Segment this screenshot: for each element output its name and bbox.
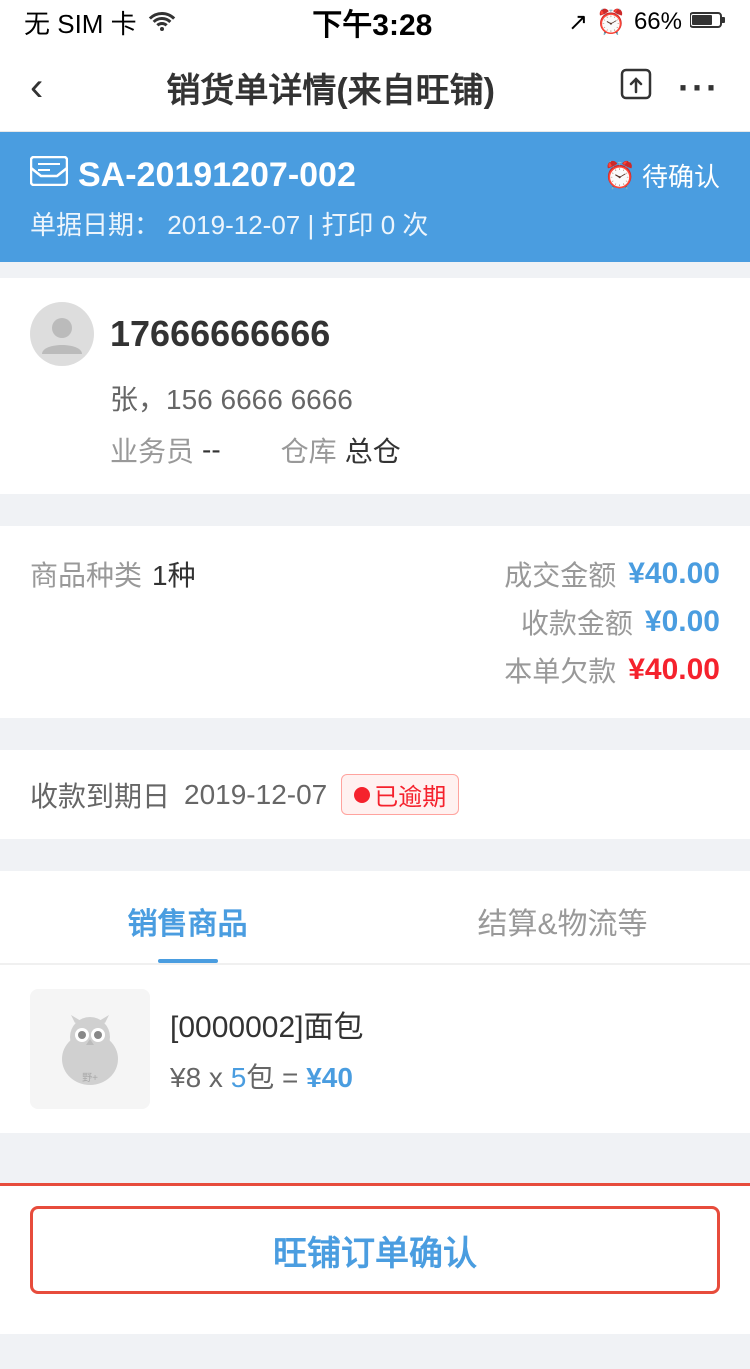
page-title: 销货单详情(来自旺铺) xyxy=(166,63,495,112)
owed-label: 本单欠款 xyxy=(504,650,616,690)
svg-text:野+: 野+ xyxy=(82,1072,98,1084)
quantity: 5 xyxy=(231,1062,247,1093)
print-count: 0 xyxy=(381,210,395,240)
amount-label: 成交金额 xyxy=(504,554,616,594)
nav-right: ··· xyxy=(618,66,720,109)
clock-icon: ⏰ xyxy=(604,160,636,191)
warehouse-value: 总仓 xyxy=(345,430,401,470)
navigation-icon: ↗ xyxy=(568,8,588,37)
product-info: [0000002]面包 ¥8 x 5包 = ¥40 xyxy=(170,1002,720,1096)
product-thumbnail: 野+ xyxy=(30,989,150,1109)
overdue-badge: 已逾期 xyxy=(341,774,459,815)
received-label: 收款金额 xyxy=(521,602,633,642)
status-text: 待确认 xyxy=(642,157,720,194)
sales-label: 业务员 xyxy=(110,430,194,470)
due-date-section: 收款到期日 2019-12-07 已逾期 xyxy=(0,750,750,839)
status-left: 无 SIM 卡 xyxy=(24,4,177,41)
product-item: 野+ [0000002]面包 ¥8 x 5包 = ¥40 xyxy=(0,965,750,1133)
product-code-name: [0000002]面包 xyxy=(170,1011,363,1044)
avatar xyxy=(30,302,94,366)
order-id: SA-20191207-002 xyxy=(30,156,356,195)
status-bar: 无 SIM 卡 下午3:28 ↗ ⏰ 66% xyxy=(0,0,750,44)
order-number: SA-20191207-002 xyxy=(78,156,356,195)
unit-label: 包 = xyxy=(246,1062,306,1093)
overdue-text: 已逾期 xyxy=(374,777,446,812)
customer-meta: 业务员 -- 仓库 总仓 xyxy=(110,430,720,470)
order-header-card: SA-20191207-002 ⏰ 待确认 单据日期： 2019-12-07 |… xyxy=(0,132,750,262)
received-value: ¥0.00 xyxy=(645,605,720,639)
no-sim-label: 无 SIM 卡 xyxy=(24,4,137,41)
confirm-order-button[interactable]: 旺铺订单确认 xyxy=(30,1206,720,1294)
wifi-icon xyxy=(147,7,177,38)
warehouse-label: 仓库 xyxy=(281,430,337,470)
product-type-label: 商品种类 xyxy=(30,554,142,594)
battery-icon xyxy=(690,8,726,36)
nav-bar: ‹ 销货单详情(来自旺铺) ··· xyxy=(0,44,750,132)
date-label: 单据日期： xyxy=(30,210,160,240)
due-label: 收款到期日 xyxy=(30,775,170,815)
product-name: [0000002]面包 xyxy=(170,1002,720,1046)
summary-section: 商品种类 1种 成交金额 ¥40.00 收款金额 ¥0.00 本单欠款 ¥40.… xyxy=(0,526,750,718)
amounts-section: 成交金额 ¥40.00 收款金额 ¥0.00 本单欠款 ¥40.00 xyxy=(504,554,720,690)
tabs-header: 销售商品 结算&物流等 xyxy=(0,871,750,965)
owed-value: ¥40.00 xyxy=(628,653,720,687)
tabs-section: 销售商品 结算&物流等 xyxy=(0,871,750,1133)
customer-section: 17666666666 张，156 6666 6666 业务员 -- 仓库 总仓 xyxy=(0,278,750,494)
due-value: 2019-12-07 xyxy=(184,779,327,811)
product-type-value: 1种 xyxy=(152,554,196,594)
tab-settlement-label: 结算&物流等 xyxy=(477,908,647,941)
sales-value: -- xyxy=(202,434,221,466)
battery-label: 66% xyxy=(634,8,682,36)
print-label: | 打印 xyxy=(307,210,380,240)
status-time: 下午3:28 xyxy=(312,0,432,44)
unit-price: ¥8 x xyxy=(170,1062,231,1093)
amount-value: ¥40.00 xyxy=(628,557,720,591)
total-price: ¥40 xyxy=(306,1062,353,1093)
overdue-dot-icon xyxy=(354,787,370,803)
more-icon[interactable]: ··· xyxy=(678,67,720,109)
confirm-button-wrap: 旺铺订单确认 xyxy=(0,1183,750,1334)
order-status-badge: ⏰ 待确认 xyxy=(604,157,720,194)
tab-settlement[interactable]: 结算&物流等 xyxy=(375,871,750,963)
order-inbox-icon xyxy=(30,156,68,195)
share-icon[interactable] xyxy=(618,66,654,109)
alarm-icon: ⏰ xyxy=(596,8,626,37)
print-unit: 次 xyxy=(402,210,428,240)
back-button[interactable]: ‹ xyxy=(30,65,43,110)
customer-name: 张，156 6666 6666 xyxy=(110,378,720,418)
order-date-line: 单据日期： 2019-12-07 | 打印 0 次 xyxy=(30,205,720,242)
tab-sales-products[interactable]: 销售商品 xyxy=(0,871,375,963)
date-value: 2019-12-07 xyxy=(167,210,300,240)
status-right: ↗ ⏰ 66% xyxy=(568,8,726,37)
nav-left: ‹ xyxy=(30,65,43,110)
product-price: ¥8 x 5包 = ¥40 xyxy=(170,1056,720,1096)
customer-phone: 17666666666 xyxy=(110,313,330,355)
tab-sales-label: 销售商品 xyxy=(128,908,248,941)
